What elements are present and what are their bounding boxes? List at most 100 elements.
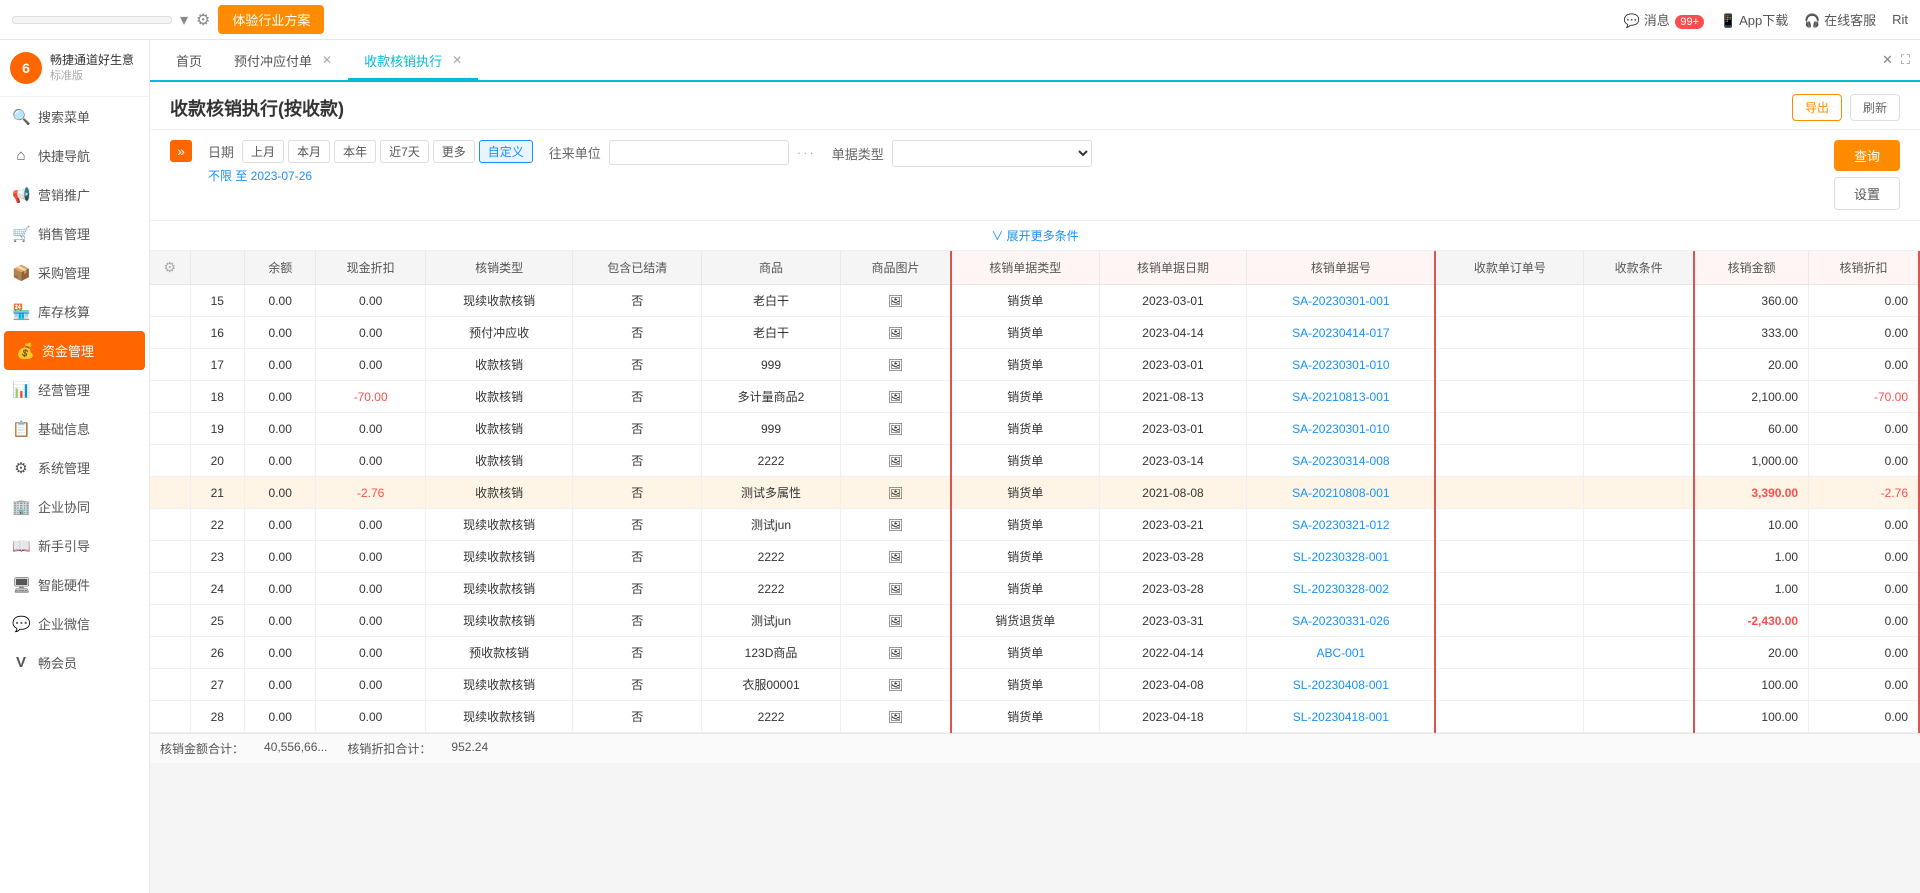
tab-close-all-icon[interactable]: ✕ <box>1882 52 1893 68</box>
voucher-type-select[interactable] <box>892 140 1092 167</box>
sidebar-item-inventory[interactable]: 🏪 库存核算 <box>0 292 149 331</box>
td-settings <box>150 285 190 317</box>
td-writeoff-bill-no[interactable]: SA-20230314-008 <box>1247 445 1436 477</box>
date-btn-last-month[interactable]: 上月 <box>242 140 284 163</box>
sidebar-item-guide[interactable]: 📖 新手引导 <box>0 526 149 565</box>
tab-receipt[interactable]: 收款核销执行 ✕ <box>348 43 478 80</box>
member-icon: V <box>12 654 30 671</box>
td-writeoff-bill-no[interactable]: SL-20230408-001 <box>1247 669 1436 701</box>
tab-prepay-close[interactable]: ✕ <box>322 53 332 67</box>
filter-toggle-button[interactable]: » <box>170 140 192 162</box>
sidebar-item-operation[interactable]: 📊 经营管理 <box>0 370 149 409</box>
purchase-icon: 📦 <box>12 264 30 282</box>
date-btn-more[interactable]: 更多 <box>433 140 475 163</box>
td-writeoff-bill-no[interactable]: SA-20230301-001 <box>1247 285 1436 317</box>
chevron-down-icon[interactable]: ▾ <box>180 10 188 30</box>
td-goods: 123D商品 <box>701 637 840 669</box>
td-writeoff-amount: 333.00 <box>1694 317 1809 349</box>
td-writeoff-discount: -2.76 <box>1809 477 1919 509</box>
online-service-btn[interactable]: 🎧 在线客服 <box>1804 10 1876 29</box>
app-download-btn[interactable]: 📱 App下载 <box>1720 10 1788 29</box>
td-writeoff-bill-no[interactable]: SA-20230301-010 <box>1247 349 1436 381</box>
td-settings <box>150 669 190 701</box>
td-writeoff-bill-date: 2023-03-28 <box>1099 573 1247 605</box>
td-writeoff-type: 现续收款核销 <box>425 573 573 605</box>
table-body: 150.000.00现续收款核销否老白干🖼销货单2023-03-01SA-202… <box>150 285 1919 733</box>
settings-icon[interactable]: ⚙ <box>196 10 210 30</box>
sidebar-item-enterprise[interactable]: 🏢 企业协同 <box>0 487 149 526</box>
td-writeoff-bill-no[interactable]: SA-20210813-001 <box>1247 381 1436 413</box>
td-balance: 0.00 <box>245 349 316 381</box>
expand-bar: ∨ 展开更多条件 <box>150 221 1920 251</box>
td-writeoff-bill-no[interactable]: SL-20230328-001 <box>1247 541 1436 573</box>
industry-solution-button[interactable]: 体验行业方案 <box>218 5 324 34</box>
td-writeoff-amount: 1.00 <box>1694 573 1809 605</box>
partner-label: 往来单位 <box>549 143 601 162</box>
footer-label-discount: 核销折扣合计： <box>347 740 431 757</box>
sidebar-item-sales[interactable]: 🛒 销售管理 <box>0 214 149 253</box>
date-btn-this-month[interactable]: 本月 <box>288 140 330 163</box>
td-writeoff-type: 收款核销 <box>425 381 573 413</box>
sidebar-item-shortcut[interactable]: ⌂ 快捷导航 <box>0 136 149 175</box>
date-btn-custom[interactable]: 自定义 <box>479 140 533 163</box>
sidebar-item-member[interactable]: V 畅会员 <box>0 643 149 682</box>
td-writeoff-bill-no[interactable]: SL-20230328-002 <box>1247 573 1436 605</box>
td-writeoff-bill-no[interactable]: SA-20210808-001 <box>1247 477 1436 509</box>
refresh-button[interactable]: 刷新 <box>1850 94 1900 121</box>
td-writeoff-type: 现续收款核销 <box>425 701 573 733</box>
td-writeoff-bill-no[interactable]: ABC-001 <box>1247 637 1436 669</box>
top-search-input[interactable] <box>12 16 172 24</box>
sidebar-item-purchase[interactable]: 📦 采购管理 <box>0 253 149 292</box>
tab-home[interactable]: 首页 <box>160 43 218 78</box>
tab-prepay[interactable]: 预付冲应付单 ✕ <box>218 43 348 80</box>
td-writeoff-amount: 2,100.00 <box>1694 381 1809 413</box>
date-btn-this-year[interactable]: 本年 <box>334 140 376 163</box>
td-writeoff-bill-date: 2023-04-14 <box>1099 317 1247 349</box>
td-goods-image: 🖼 <box>841 701 951 733</box>
sidebar-item-wechat[interactable]: 💬 企业微信 <box>0 604 149 643</box>
td-writeoff-bill-no[interactable]: SA-20230331-026 <box>1247 605 1436 637</box>
td-include-settled: 否 <box>573 573 702 605</box>
td-seq: 15 <box>190 285 245 317</box>
th-settings[interactable]: ⚙ <box>150 251 190 285</box>
td-cash-discount: 0.00 <box>316 509 425 541</box>
td-writeoff-type: 现续收款核销 <box>425 605 573 637</box>
td-writeoff-bill-no[interactable]: SA-20230321-012 <box>1247 509 1436 541</box>
date-btn-7days[interactable]: 近7天 <box>380 140 429 163</box>
td-include-settled: 否 <box>573 445 702 477</box>
sidebar-item-search[interactable]: 🔍 搜索菜单 <box>0 97 149 136</box>
td-seq: 19 <box>190 413 245 445</box>
td-writeoff-bill-no[interactable]: SA-20230301-010 <box>1247 413 1436 445</box>
td-settings <box>150 317 190 349</box>
sidebar-item-basic[interactable]: 📋 基础信息 <box>0 409 149 448</box>
td-writeoff-bill-no[interactable]: SA-20230414-017 <box>1247 317 1436 349</box>
sidebar-item-system[interactable]: ⚙ 系统管理 <box>0 448 149 487</box>
tab-receipt-close[interactable]: ✕ <box>452 53 462 67</box>
td-goods-image: 🖼 <box>841 477 951 509</box>
td-writeoff-bill-no[interactable]: SL-20230418-001 <box>1247 701 1436 733</box>
tab-expand-icon[interactable]: ⛶ <box>1901 52 1910 68</box>
partner-input[interactable] <box>609 140 789 165</box>
guide-icon: 📖 <box>12 537 30 555</box>
export-button[interactable]: 导出 <box>1792 94 1842 121</box>
sidebar-item-marketing[interactable]: 📢 营销推广 <box>0 175 149 214</box>
sidebar-item-finance[interactable]: 💰 资金管理 <box>4 331 145 370</box>
data-table: ⚙ 余额 现金折扣 核销类型 包含已结清 商品 商品图片 核销单据类型 核销单据… <box>150 251 1920 733</box>
query-button[interactable]: 查询 <box>1834 140 1900 171</box>
td-cash-discount: 0.00 <box>316 413 425 445</box>
filter-date-group: 日期 上月 本月 本年 近7天 更多 自定义 不限 至 2023-07-26 <box>208 140 533 184</box>
td-include-settled: 否 <box>573 541 702 573</box>
expand-more-button[interactable]: ∨ 展开更多条件 <box>991 227 1078 244</box>
td-goods: 老白干 <box>701 285 840 317</box>
td-goods: 2222 <box>701 701 840 733</box>
sidebar-item-hardware[interactable]: 🖥 智能硬件 <box>0 565 149 604</box>
system-icon: ⚙ <box>12 459 30 477</box>
td-receipt-condition <box>1584 541 1694 573</box>
message-btn[interactable]: 💬 消息 99+ <box>1624 10 1704 29</box>
td-seq: 24 <box>190 573 245 605</box>
td-goods: 多计量商品2 <box>701 381 840 413</box>
td-settings <box>150 477 190 509</box>
td-receipt-order-no <box>1435 445 1583 477</box>
td-receipt-order-no <box>1435 317 1583 349</box>
setting-button[interactable]: 设置 <box>1834 177 1900 210</box>
